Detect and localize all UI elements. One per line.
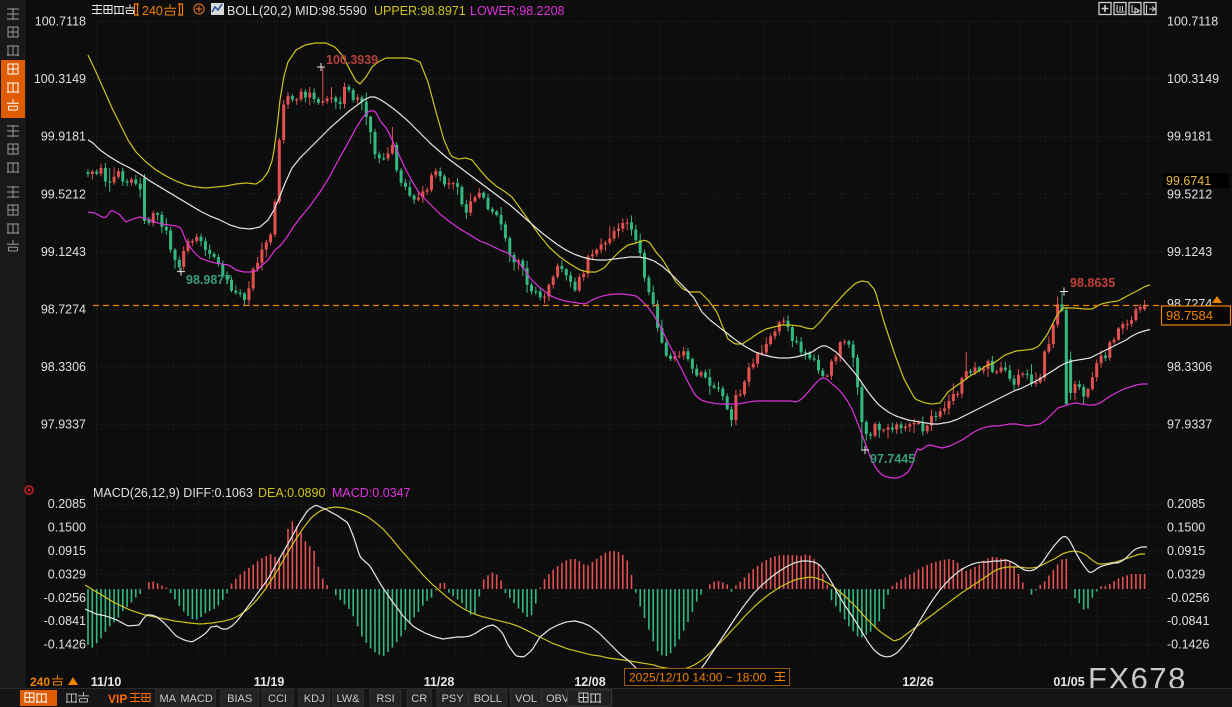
svg-text:100.3149: 100.3149 <box>34 72 86 86</box>
svg-text:01/05: 01/05 <box>1053 675 1084 689</box>
svg-text:99.9181: 99.9181 <box>41 130 86 144</box>
svg-text:CCI: CCI <box>268 693 287 705</box>
svg-text:DEA:0.0890: DEA:0.0890 <box>258 486 325 500</box>
svg-text:99.1243: 99.1243 <box>1167 245 1212 259</box>
svg-text:97.7445: 97.7445 <box>870 452 915 466</box>
svg-text:0.0329: 0.0329 <box>1167 567 1205 581</box>
svg-text:-0.0841: -0.0841 <box>44 614 86 628</box>
svg-text:11/19: 11/19 <box>254 675 285 689</box>
svg-text:0.1500: 0.1500 <box>48 521 86 535</box>
svg-text:98.7584: 98.7584 <box>1166 308 1213 323</box>
svg-text:BIAS: BIAS <box>227 693 252 705</box>
svg-text:98.9877: 98.9877 <box>186 273 231 287</box>
svg-text:OBV: OBV <box>546 693 570 705</box>
svg-text:BOLL(20,2) MID:98.5590: BOLL(20,2) MID:98.5590 <box>227 4 367 18</box>
svg-text:LOWER:98.2208: LOWER:98.2208 <box>470 4 565 18</box>
svg-text:100.7118: 100.7118 <box>1167 15 1218 29</box>
svg-text:98.7274: 98.7274 <box>41 303 86 317</box>
svg-text:CR: CR <box>411 693 427 705</box>
svg-text:KDJ: KDJ <box>304 693 325 705</box>
svg-text:VOL: VOL <box>515 693 537 705</box>
svg-text:BOLL: BOLL <box>474 693 502 705</box>
svg-text:100.3149: 100.3149 <box>1167 72 1219 86</box>
svg-text:VIP: VIP <box>108 692 127 706</box>
svg-text:11/10: 11/10 <box>91 675 122 689</box>
svg-text:11/28: 11/28 <box>424 675 455 689</box>
svg-text:MACD:0.0347: MACD:0.0347 <box>332 486 411 500</box>
svg-text:12/26: 12/26 <box>902 675 933 689</box>
svg-text:100.7118: 100.7118 <box>35 15 86 29</box>
svg-text:0.2085: 0.2085 <box>1167 497 1205 511</box>
svg-text:MA: MA <box>160 693 177 705</box>
svg-text:MACD: MACD <box>180 693 212 705</box>
svg-text:99.9181: 99.9181 <box>1167 130 1212 144</box>
svg-text:-0.1426: -0.1426 <box>1167 638 1209 652</box>
svg-text:0.0915: 0.0915 <box>1167 544 1205 558</box>
svg-text:99.6741: 99.6741 <box>1166 174 1211 188</box>
svg-text:99.5212: 99.5212 <box>1167 187 1212 201</box>
svg-text:PSY: PSY <box>442 693 465 705</box>
svg-text:LW&: LW& <box>336 693 360 705</box>
svg-text:-0.0256: -0.0256 <box>1167 591 1209 605</box>
svg-text:0.1500: 0.1500 <box>1167 521 1205 535</box>
svg-text:240: 240 <box>142 4 163 18</box>
svg-text:240: 240 <box>30 675 50 689</box>
svg-text:-0.0841: -0.0841 <box>1167 614 1209 628</box>
svg-text:RSI: RSI <box>376 693 394 705</box>
svg-text:0.2085: 0.2085 <box>48 497 86 511</box>
svg-text:0.0915: 0.0915 <box>48 544 86 558</box>
svg-text:-0.0256: -0.0256 <box>44 591 86 605</box>
svg-text:97.9337: 97.9337 <box>41 418 86 432</box>
svg-text:MACD(26,12,9) DIFF:0.1063: MACD(26,12,9) DIFF:0.1063 <box>93 486 253 500</box>
svg-text:-0.1426: -0.1426 <box>44 638 86 652</box>
svg-text:2025/12/10 14:00 ~ 18:00: 2025/12/10 14:00 ~ 18:00 <box>629 671 766 685</box>
svg-text:12/08: 12/08 <box>574 675 605 689</box>
svg-text:99.1243: 99.1243 <box>41 245 86 259</box>
svg-text:UPPER:98.8971: UPPER:98.8971 <box>374 4 466 18</box>
svg-text:98.3306: 98.3306 <box>41 360 86 374</box>
svg-text:98.8635: 98.8635 <box>1070 276 1115 290</box>
svg-text:98.3306: 98.3306 <box>1167 360 1212 374</box>
svg-text:100.3939: 100.3939 <box>326 53 378 67</box>
svg-text:97.9337: 97.9337 <box>1167 418 1212 432</box>
svg-text:0.0329: 0.0329 <box>48 567 86 581</box>
svg-text:99.5212: 99.5212 <box>41 187 86 201</box>
